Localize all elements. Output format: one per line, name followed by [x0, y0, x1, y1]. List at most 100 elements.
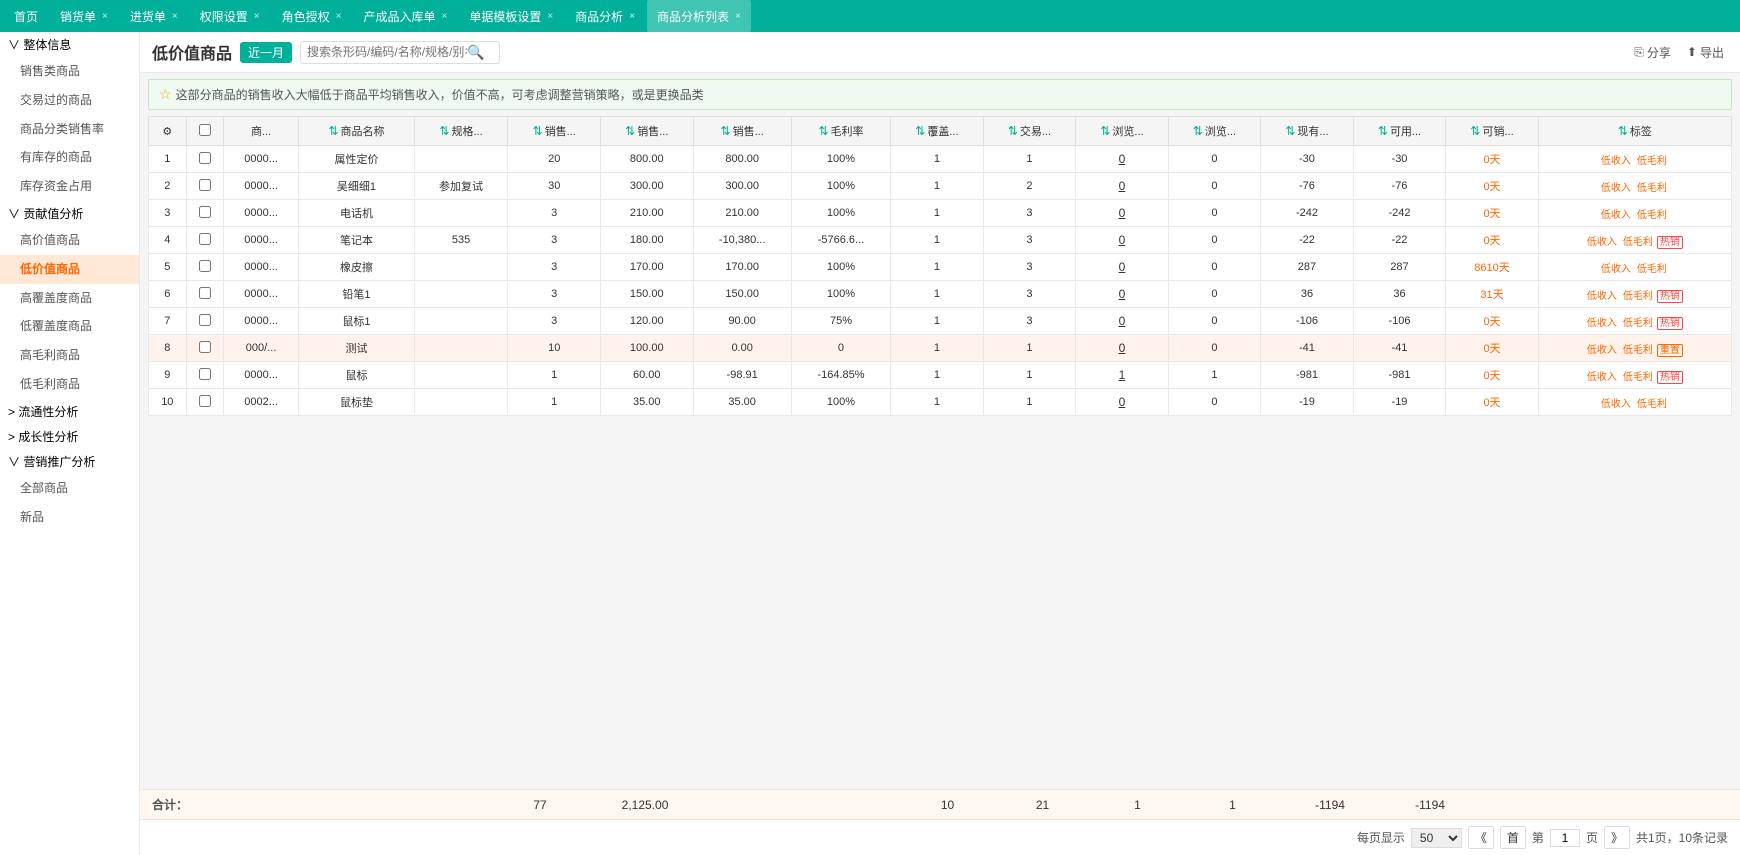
row-checkbox[interactable]: [199, 341, 211, 353]
sidebar-item-商品分类销售率[interactable]: 商品分类销售率: [0, 115, 139, 144]
sidebar-item-高毛利商品[interactable]: 高毛利商品: [0, 341, 139, 370]
row-checkbox-cell[interactable]: [186, 281, 223, 308]
sidebar-item-新品[interactable]: 新品: [0, 503, 139, 532]
sidebar-item-低价值商品[interactable]: 低价值商品: [0, 255, 139, 284]
view1-link[interactable]: 1: [1119, 368, 1126, 382]
row-name: 属性定价: [299, 146, 414, 173]
row-view1[interactable]: 0: [1076, 281, 1169, 308]
prev-page-button[interactable]: 首: [1500, 826, 1526, 849]
row-spec: [414, 254, 508, 281]
close-icon[interactable]: ×: [441, 11, 447, 22]
sidebar-item-高价值商品[interactable]: 高价值商品: [0, 226, 139, 255]
sidebar-group-header-贡献值分析[interactable]: ∨ 贡献值分析: [0, 201, 139, 226]
nav-item-单据模板设置[interactable]: 单据模板设置×: [459, 0, 563, 32]
close-icon[interactable]: ×: [172, 11, 178, 22]
row-view1[interactable]: 0: [1076, 173, 1169, 200]
sidebar-group-header-整体信息[interactable]: ∨ 整体信息: [0, 32, 139, 57]
per-page-select[interactable]: 50 100: [1411, 828, 1462, 848]
sidebar-item-有库存的商品[interactable]: 有库存的商品: [0, 143, 139, 172]
time-tag-button[interactable]: 近一月: [240, 42, 292, 63]
search-input[interactable]: [307, 45, 467, 59]
row-qty: 3: [508, 227, 601, 254]
col-header-name[interactable]: ⇅商品名称: [299, 117, 414, 146]
row-checkbox[interactable]: [199, 260, 211, 272]
row-checkbox-cell[interactable]: [186, 362, 223, 389]
export-button[interactable]: ⬆ 导出: [1683, 42, 1728, 63]
nav-item-产成品入库单[interactable]: 产成品入库单×: [353, 0, 457, 32]
row-checkbox[interactable]: [199, 206, 211, 218]
nav-item-角色授权[interactable]: 角色授权×: [272, 0, 352, 32]
sidebar-group-header-营销推广分析[interactable]: ∨ 营销推广分析: [0, 449, 139, 474]
sidebar-group-header-流通性分析[interactable]: > 流通性分析: [0, 399, 139, 424]
row-checkbox[interactable]: [199, 233, 211, 245]
sidebar-item-高覆盖度商品[interactable]: 高覆盖度商品: [0, 284, 139, 313]
nav-item-商品分析[interactable]: 商品分析×: [565, 0, 645, 32]
page-input[interactable]: [1550, 829, 1580, 847]
sidebar-item-库存资金占用[interactable]: 库存资金占用: [0, 172, 139, 201]
view1-link[interactable]: 0: [1119, 341, 1126, 355]
table-area[interactable]: ⚙商...⇅商品名称⇅规格...⇅销售...⇅销售...⇅销售...⇅毛利率⇅覆…: [140, 110, 1740, 789]
row-checkbox[interactable]: [199, 368, 211, 380]
col-header-settings[interactable]: ⚙: [149, 117, 187, 146]
row-trade: 2: [983, 173, 1076, 200]
row-view1[interactable]: 0: [1076, 254, 1169, 281]
row-checkbox-cell[interactable]: [186, 335, 223, 362]
sidebar-item-低覆盖度商品[interactable]: 低覆盖度商品: [0, 312, 139, 341]
view1-link[interactable]: 0: [1119, 287, 1126, 301]
view1-link[interactable]: 0: [1119, 233, 1126, 247]
table-row: 20000...吴细细1参加复试30300.00300.00100%1200-7…: [149, 173, 1732, 200]
row-checkbox-cell[interactable]: [186, 146, 223, 173]
close-icon[interactable]: ×: [735, 11, 741, 22]
col-header-spec: ⇅规格...: [414, 117, 508, 146]
table-row: 8000/...测试10100.000.0001100-41-410天低收入低毛…: [149, 335, 1732, 362]
select-all-checkbox[interactable]: [199, 124, 211, 136]
total-value: 21: [1015, 798, 1070, 812]
row-view1[interactable]: 0: [1076, 200, 1169, 227]
view1-link[interactable]: 0: [1119, 179, 1126, 193]
nav-item-商品分析列表[interactable]: 商品分析列表×: [647, 0, 751, 32]
row-checkbox-cell[interactable]: [186, 254, 223, 281]
close-icon[interactable]: ×: [102, 11, 108, 22]
nav-item-首页[interactable]: 首页: [4, 0, 48, 32]
close-icon[interactable]: ×: [254, 11, 260, 22]
nav-item-销货单[interactable]: 销货单×: [50, 0, 118, 32]
row-checkbox[interactable]: [199, 287, 211, 299]
sidebar-item-销售类商品[interactable]: 销售类商品: [0, 57, 139, 86]
sidebar-group-label: ∨ 营销推广分析: [8, 453, 95, 470]
row-checkbox[interactable]: [199, 179, 211, 191]
next-page-button[interactable]: 》: [1604, 826, 1630, 849]
row-spec: [414, 335, 508, 362]
view1-link[interactable]: 0: [1119, 314, 1126, 328]
close-icon[interactable]: ×: [629, 11, 635, 22]
row-checkbox-cell[interactable]: [186, 308, 223, 335]
close-icon[interactable]: ×: [336, 11, 342, 22]
row-checkbox[interactable]: [199, 152, 211, 164]
nav-item-权限设置[interactable]: 权限设置×: [190, 0, 270, 32]
row-view1[interactable]: 0: [1076, 389, 1169, 416]
sidebar-group-header-成长性分析[interactable]: > 成长性分析: [0, 424, 139, 449]
first-page-button[interactable]: 《: [1468, 826, 1494, 849]
row-checkbox-cell[interactable]: [186, 389, 223, 416]
row-checkbox[interactable]: [199, 314, 211, 326]
row-view1[interactable]: 0: [1076, 146, 1169, 173]
row-view1[interactable]: 0: [1076, 308, 1169, 335]
row-checkbox-cell[interactable]: [186, 227, 223, 254]
share-button[interactable]: ⎘ 分享: [1630, 42, 1675, 63]
sidebar-item-全部商品[interactable]: 全部商品: [0, 474, 139, 503]
nav-item-进货单[interactable]: 进货单×: [120, 0, 188, 32]
view1-link[interactable]: 0: [1119, 152, 1126, 166]
row-checkbox[interactable]: [199, 395, 211, 407]
view1-link[interactable]: 0: [1119, 395, 1126, 409]
sidebar-item-低毛利商品[interactable]: 低毛利商品: [0, 370, 139, 399]
search-icon[interactable]: 🔍: [467, 44, 484, 61]
row-checkbox-cell[interactable]: [186, 200, 223, 227]
close-icon[interactable]: ×: [547, 11, 553, 22]
row-checkbox-cell[interactable]: [186, 173, 223, 200]
row-view1[interactable]: 0: [1076, 335, 1169, 362]
view1-link[interactable]: 0: [1119, 206, 1126, 220]
row-view1[interactable]: 0: [1076, 227, 1169, 254]
sidebar-item-交易过的商品[interactable]: 交易过的商品: [0, 86, 139, 115]
row-coverage: 1: [891, 173, 984, 200]
row-view1[interactable]: 1: [1076, 362, 1169, 389]
view1-link[interactable]: 0: [1119, 260, 1126, 274]
